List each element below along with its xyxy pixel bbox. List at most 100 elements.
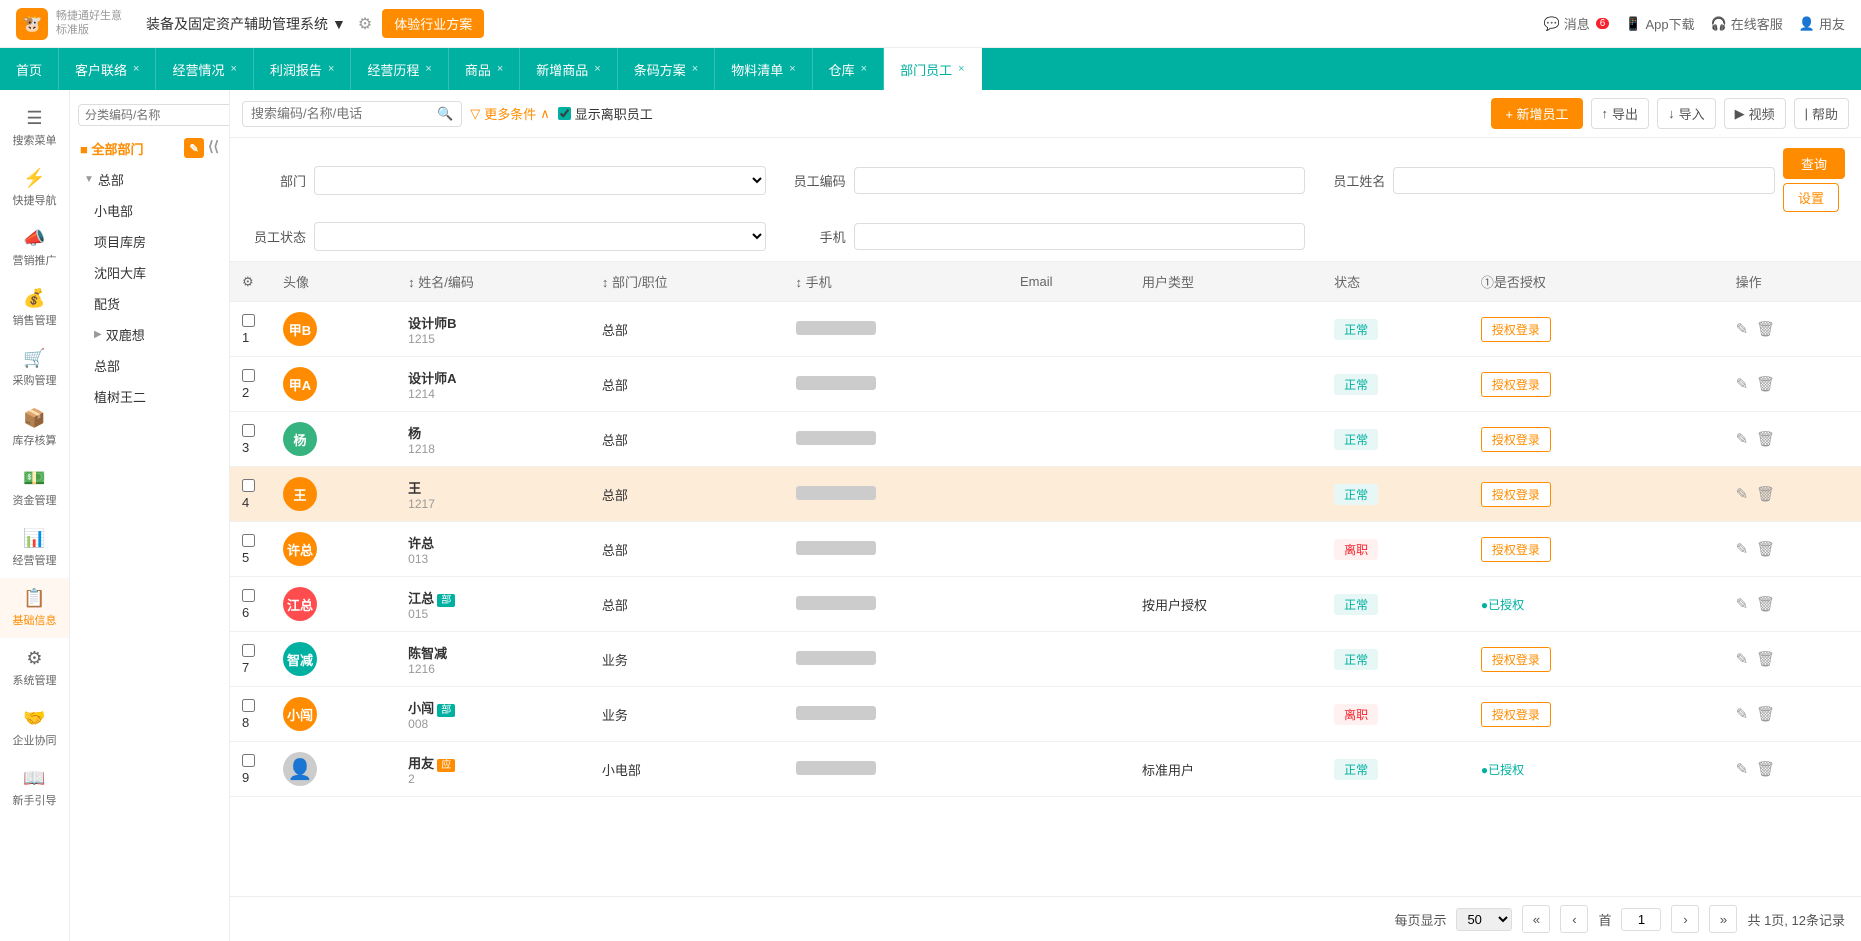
row-checkbox[interactable] <box>242 754 255 767</box>
delete-icon[interactable]: 🗑 <box>1756 375 1775 393</box>
auth-btn[interactable]: 授权登录 <box>1481 372 1551 397</box>
delete-icon[interactable]: 🗑 <box>1756 540 1775 558</box>
message-btn[interactable]: 💬 消息 6 <box>1544 14 1610 33</box>
dept-node-植树王二[interactable]: 植树王二 <box>70 381 229 412</box>
emp-name-input[interactable] <box>1393 167 1775 194</box>
nav-item-basic-info[interactable]: 📋 基础信息 <box>0 578 69 638</box>
close-tab-icon[interactable]: × <box>328 63 334 75</box>
edit-dept-icon[interactable]: ✎ <box>184 138 204 158</box>
close-tab-icon[interactable]: × <box>425 63 431 75</box>
show-resigned-checkbox[interactable]: 显示离职员工 <box>558 104 653 123</box>
edit-icon[interactable]: ✎ <box>1736 705 1749 723</box>
close-tab-icon[interactable]: × <box>692 63 698 75</box>
export-btn[interactable]: ↑ 导出 <box>1591 98 1650 129</box>
auth-btn[interactable]: 授权登录 <box>1481 702 1551 727</box>
delete-icon[interactable]: 🗑 <box>1756 485 1775 503</box>
online-service-btn[interactable]: 🎧 在线客服 <box>1711 14 1783 33</box>
row-checkbox[interactable] <box>242 314 255 327</box>
import-btn[interactable]: ↓ 导入 <box>1657 98 1716 129</box>
collapse-dept-icon[interactable]: ⟨⟨ <box>208 138 219 158</box>
delete-icon[interactable]: 🗑 <box>1756 320 1775 338</box>
row-checkbox[interactable] <box>242 479 255 492</box>
nav-tab-物料清单[interactable]: 物料清单× <box>715 48 812 90</box>
edit-icon[interactable]: ✎ <box>1736 375 1749 393</box>
user-menu-btn[interactable]: 👤 用友 <box>1799 14 1845 33</box>
delete-icon[interactable]: 🗑 <box>1756 760 1775 778</box>
close-tab-icon[interactable]: × <box>230 63 236 75</box>
system-title-select[interactable]: 装备及固定资产辅助管理系统 ▼ <box>146 14 346 34</box>
dept-select[interactable] <box>314 166 766 195</box>
nav-tab-客户联络[interactable]: 客户联络× <box>59 48 156 90</box>
row-checkbox[interactable] <box>242 424 255 437</box>
dept-node-总部[interactable]: ▼总部 <box>70 164 229 195</box>
prev-page-btn[interactable]: ‹ <box>1560 905 1588 933</box>
delete-icon[interactable]: 🗑 <box>1756 705 1775 723</box>
row-checkbox[interactable] <box>242 699 255 712</box>
dept-node-双鹿想[interactable]: ▶双鹿想 <box>70 319 229 350</box>
nav-item-sales[interactable]: 💰 销售管理 <box>0 278 69 338</box>
row-checkbox[interactable] <box>242 589 255 602</box>
search-btn[interactable]: 查询 <box>1783 148 1845 179</box>
dept-node-小电部[interactable]: 小电部 <box>70 195 229 226</box>
trial-btn[interactable]: 体验行业方案 <box>382 9 484 38</box>
delete-icon[interactable]: 🗑 <box>1756 595 1775 613</box>
close-tab-icon[interactable]: × <box>861 63 867 75</box>
view-btn[interactable]: ▶ 视频 <box>1724 98 1786 129</box>
nav-item-guide[interactable]: 📖 新手引导 <box>0 758 69 818</box>
edit-icon[interactable]: ✎ <box>1736 650 1749 668</box>
search-icon[interactable]: 🔍 <box>437 106 453 122</box>
row-checkbox[interactable] <box>242 534 255 547</box>
nav-tab-部门员工[interactable]: 部门员工× <box>884 48 981 90</box>
dept-node-配货[interactable]: 配货 <box>70 288 229 319</box>
nav-item-quick-nav[interactable]: ⚡ 快捷导航 <box>0 158 69 218</box>
edit-icon[interactable]: ✎ <box>1736 540 1749 558</box>
page-input[interactable] <box>1621 908 1661 931</box>
help-btn[interactable]: | 帮助 <box>1794 98 1849 129</box>
close-tab-icon[interactable]: × <box>594 63 600 75</box>
add-employee-btn[interactable]: + 新增员工 <box>1491 98 1582 129</box>
close-tab-icon[interactable]: × <box>497 63 503 75</box>
nav-item-finance[interactable]: 💵 资金管理 <box>0 458 69 518</box>
nav-item-search-menu[interactable]: ☰ 搜索菜单 <box>0 98 69 158</box>
col-dept[interactable]: ↕ 部门/职位 <box>590 262 784 302</box>
nav-item-system[interactable]: ⚙ 系统管理 <box>0 638 69 698</box>
nav-item-purchase[interactable]: 🛒 采购管理 <box>0 338 69 398</box>
nav-tab-条码方案[interactable]: 条码方案× <box>618 48 715 90</box>
close-tab-icon[interactable]: × <box>958 63 964 75</box>
row-checkbox[interactable] <box>242 644 255 657</box>
delete-icon[interactable]: 🗑 <box>1756 650 1775 668</box>
nav-item-inventory[interactable]: 📦 库存核算 <box>0 398 69 458</box>
phone-input[interactable] <box>854 223 1306 250</box>
nav-item-operation[interactable]: 📊 经营管理 <box>0 518 69 578</box>
auth-btn[interactable]: 授权登录 <box>1481 427 1551 452</box>
edit-icon[interactable]: ✎ <box>1736 595 1749 613</box>
col-phone[interactable]: ↕ 手机 <box>784 262 1008 302</box>
set-btn[interactable]: 设置 <box>1783 183 1839 212</box>
row-checkbox[interactable] <box>242 369 255 382</box>
close-tab-icon[interactable]: × <box>789 63 795 75</box>
nav-tab-仓库[interactable]: 仓库× <box>813 48 884 90</box>
search-input[interactable] <box>251 106 431 121</box>
nav-tab-首页[interactable]: 首页 <box>0 48 59 90</box>
edit-icon[interactable]: ✎ <box>1736 760 1749 778</box>
dept-node-总部[interactable]: 总部 <box>70 350 229 381</box>
auth-btn[interactable]: 授权登录 <box>1481 537 1551 562</box>
col-settings[interactable]: ⚙ <box>230 262 271 302</box>
more-filter-btn[interactable]: ▽ 更多条件 ∧ <box>470 104 550 123</box>
nav-item-enterprise[interactable]: 🤝 企业协同 <box>0 698 69 758</box>
nav-tab-利润报告[interactable]: 利润报告× <box>254 48 351 90</box>
close-tab-icon[interactable]: × <box>133 63 139 75</box>
col-name[interactable]: ↕ 姓名/编码 <box>396 262 590 302</box>
emp-status-select[interactable] <box>314 222 766 251</box>
dept-search-input[interactable] <box>78 104 230 126</box>
auth-btn[interactable]: 授权登录 <box>1481 482 1551 507</box>
dept-node-沈阳大库[interactable]: 沈阳大库 <box>70 257 229 288</box>
emp-code-input[interactable] <box>854 167 1306 194</box>
nav-item-marketing[interactable]: 📣 营销推广 <box>0 218 69 278</box>
per-page-select[interactable]: 50 100 <box>1456 908 1512 931</box>
nav-tab-新增商品[interactable]: 新增商品× <box>520 48 617 90</box>
next-page-btn[interactable]: › <box>1671 905 1699 933</box>
edit-icon[interactable]: ✎ <box>1736 430 1749 448</box>
dept-node-项目库房[interactable]: 项目库房 <box>70 226 229 257</box>
first-page-btn[interactable]: « <box>1522 905 1550 933</box>
